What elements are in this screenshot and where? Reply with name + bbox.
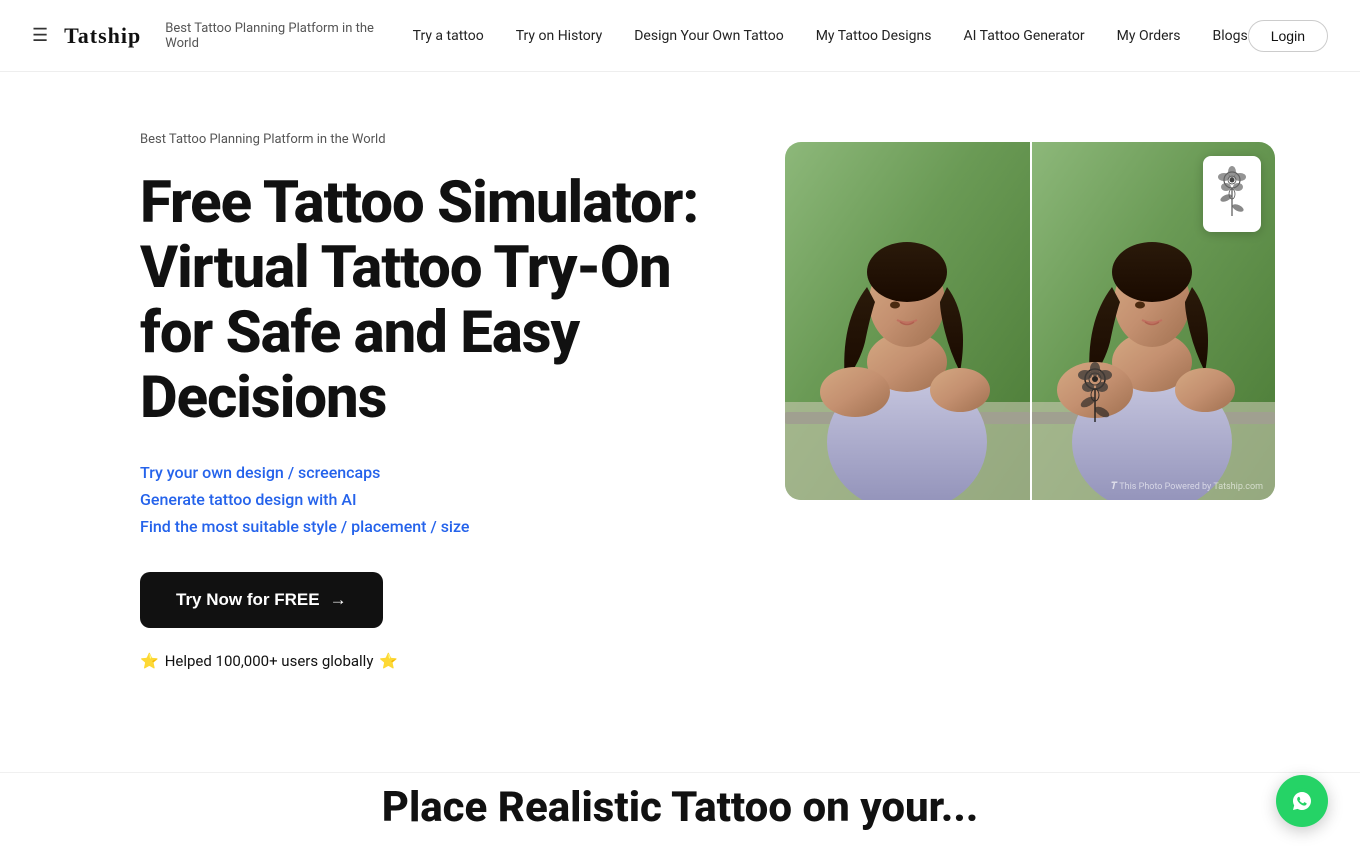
hero-title: Free Tattoo Simulator: Virtual Tattoo Tr… — [140, 171, 700, 431]
nav-blogs[interactable]: Blogs — [1213, 28, 1248, 44]
nav-try-history[interactable]: Try on History — [516, 28, 603, 44]
hero-content: Best Tattoo Planning Platform in the Wor… — [140, 132, 700, 670]
nav-my-designs[interactable]: My Tattoo Designs — [816, 28, 932, 44]
nav-links: Try a tattoo Try on History Design Your … — [413, 28, 1248, 44]
bottom-teaser: Place Realistic Tattoo on your... — [0, 772, 1360, 832]
divider-line — [1030, 142, 1032, 500]
feature-item-3: Find the most suitable style / placement… — [140, 517, 700, 536]
hero-section: Best Tattoo Planning Platform in the Wor… — [0, 72, 1360, 772]
nav-ai-generator[interactable]: AI Tattoo Generator — [963, 28, 1084, 44]
nav-my-orders[interactable]: My Orders — [1117, 28, 1181, 44]
support-button[interactable] — [1276, 775, 1328, 827]
whatsapp-icon — [1288, 787, 1316, 815]
cta-button[interactable]: Try Now for FREE → — [140, 572, 383, 628]
star-icon-left: ⭐ — [140, 652, 159, 670]
breadcrumb: Best Tattoo Planning Platform in the Wor… — [140, 132, 700, 147]
cta-label: Try Now for FREE — [176, 590, 320, 610]
tattoo-comparison: 𝑻 This Photo Powered by Tatship.com — [785, 142, 1275, 500]
feature-item-2: Generate tattoo design with AI — [140, 490, 700, 509]
feature-item-1: Try your own design / screencaps — [140, 463, 700, 482]
before-panel — [785, 142, 1030, 500]
site-logo[interactable]: Tatship — [64, 23, 141, 49]
bottom-teaser-text: Place Realistic Tattoo on your... — [382, 783, 979, 832]
hero-image-area: 𝑻 This Photo Powered by Tatship.com — [760, 132, 1300, 500]
nav-try-tattoo[interactable]: Try a tattoo — [413, 28, 484, 44]
social-proof: ⭐ Helped 100,000+ users globally ⭐ — [140, 652, 700, 670]
login-button[interactable]: Login — [1248, 20, 1328, 52]
logo-text: Tatship — [64, 23, 141, 49]
hamburger-menu[interactable]: ☰ — [32, 25, 48, 46]
social-proof-text: Helped 100,000+ users globally — [165, 652, 374, 670]
watermark: 𝑻 This Photo Powered by Tatship.com — [1111, 481, 1263, 492]
tattoo-thumbnail — [1203, 156, 1261, 232]
star-icon-right: ⭐ — [379, 652, 398, 670]
hero-features: Try your own design / screencaps Generat… — [140, 463, 700, 536]
navbar: ☰ Tatship Best Tattoo Planning Platform … — [0, 0, 1360, 72]
tattoo-thumbnail-image — [1210, 162, 1254, 226]
before-image — [785, 142, 1030, 500]
nav-design-own[interactable]: Design Your Own Tattoo — [634, 28, 783, 44]
watermark-domain-text: This Photo Powered by Tatship.com — [1119, 482, 1263, 492]
watermark-logo: 𝑻 — [1111, 481, 1117, 492]
nav-tagline: Best Tattoo Planning Platform in the Wor… — [165, 21, 380, 51]
cta-arrow: → — [330, 590, 347, 610]
